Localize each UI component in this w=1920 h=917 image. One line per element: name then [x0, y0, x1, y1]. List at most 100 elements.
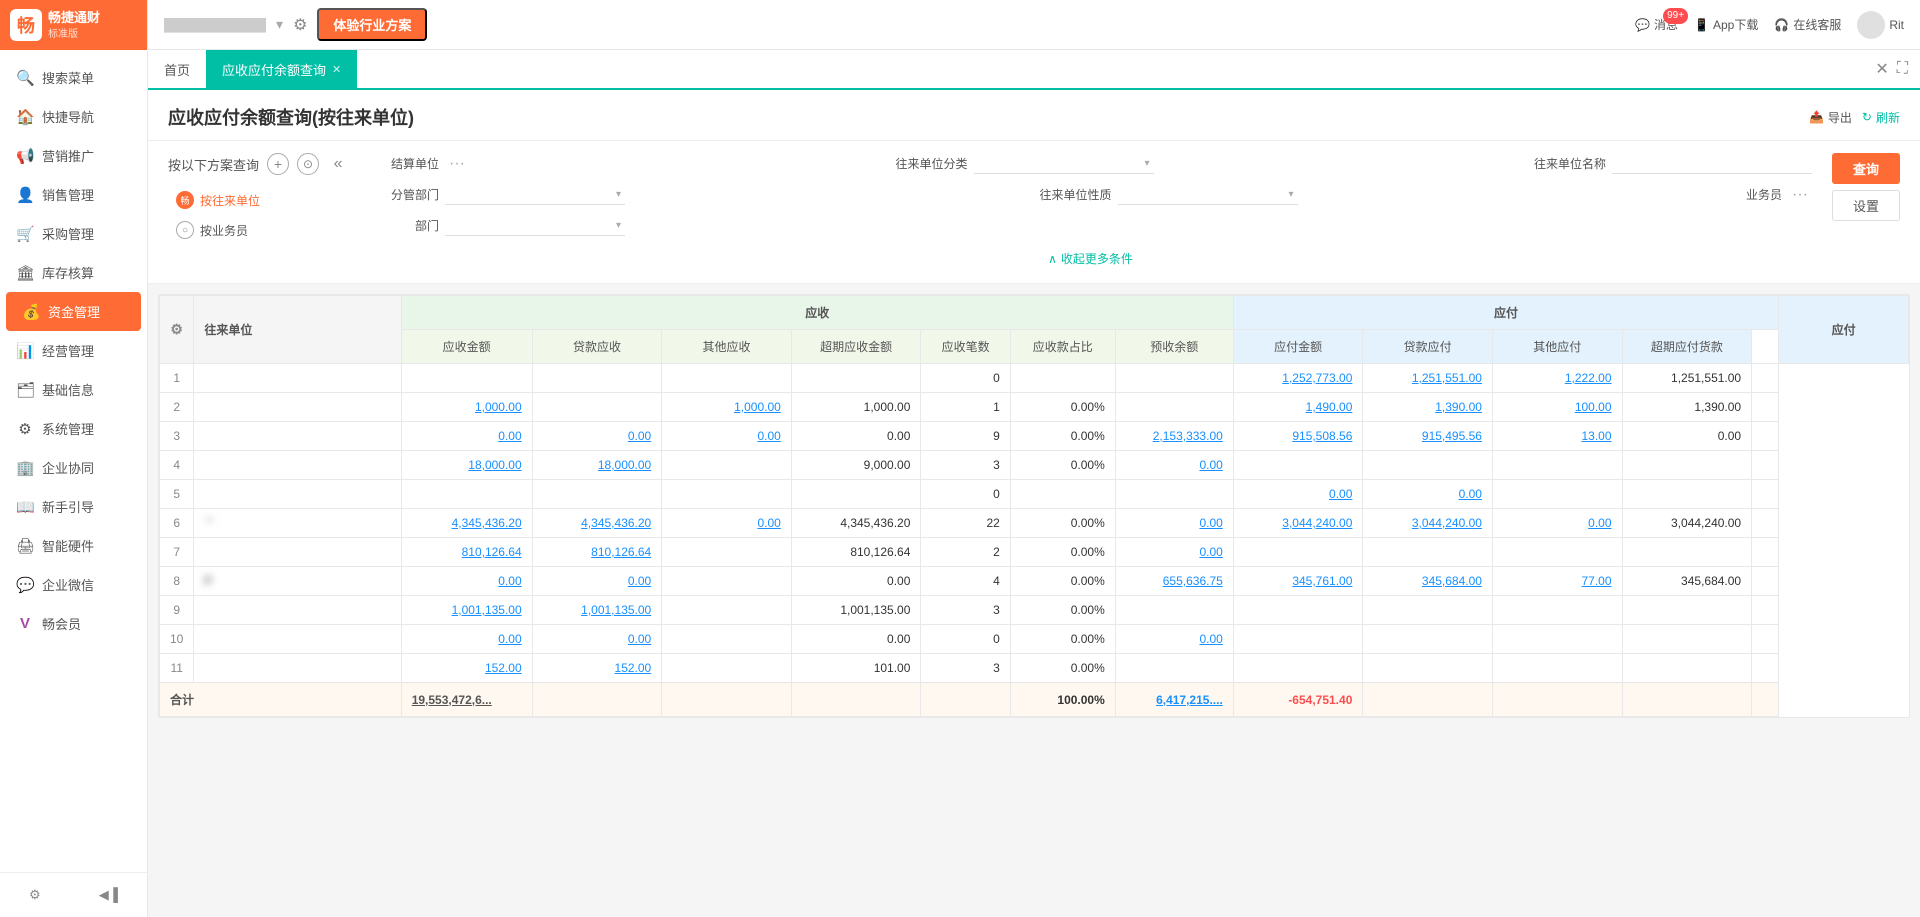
collapse-sidebar-btn[interactable]: ◀▐ [89, 881, 128, 909]
cell-value[interactable]: 0.00 [1115, 509, 1233, 538]
cell-value[interactable] [662, 451, 792, 480]
filter-add-button[interactable]: + [267, 153, 289, 175]
cell-value[interactable] [1233, 625, 1363, 654]
settlement-unit-dots[interactable]: ··· [445, 155, 469, 173]
cell-value[interactable] [1492, 654, 1622, 683]
cell-value[interactable]: 152.00 [401, 654, 532, 683]
cell-value[interactable]: 152.00 [532, 654, 662, 683]
partner-name-input[interactable] [1612, 153, 1812, 174]
tab-ar-ap[interactable]: 应收应付余额查询 ✕ [206, 50, 357, 89]
cell-value[interactable] [1115, 393, 1233, 422]
cell-value[interactable]: 1,001,135.00 [401, 596, 532, 625]
cell-value[interactable] [662, 654, 792, 683]
cell-value[interactable] [1115, 480, 1233, 509]
cell-value[interactable] [662, 625, 792, 654]
col-settings-icon[interactable]: ⚙ [160, 296, 194, 364]
cell-value[interactable]: 1,001,135.00 [532, 596, 662, 625]
cell-value[interactable] [1363, 596, 1493, 625]
cell-value[interactable]: 0.00 [401, 625, 532, 654]
partner-nature-select[interactable] [1118, 184, 1298, 205]
cell-value[interactable]: 0.00 [532, 422, 662, 451]
cell-value[interactable]: 1,252,773.00 [1233, 364, 1363, 393]
cell-value[interactable]: 915,495.56 [1363, 422, 1493, 451]
table-settings-icon[interactable]: ⚙ [170, 321, 183, 337]
filter-back-icon[interactable]: « [327, 153, 349, 175]
online-service-button[interactable]: 🎧 在线客服 [1774, 16, 1841, 33]
cell-value[interactable] [1363, 538, 1493, 567]
query-button[interactable]: 查询 [1832, 153, 1900, 184]
cell-value[interactable]: 0.00 [1492, 509, 1622, 538]
tab-close-icon[interactable]: ✕ [332, 63, 341, 76]
settings-gear-icon[interactable]: ⚙ [293, 15, 307, 35]
cell-value[interactable]: 4,345,436.20 [532, 509, 662, 538]
cell-value[interactable]: 0.00 [1233, 480, 1363, 509]
dept-select[interactable] [445, 215, 625, 236]
cell-value[interactable] [1492, 538, 1622, 567]
cell-value[interactable]: 2,153,333.00 [1115, 422, 1233, 451]
sidebar-item-enterprise[interactable]: 🏢 企业协同 [0, 448, 147, 487]
cell-value[interactable]: 345,761.00 [1233, 567, 1363, 596]
cell-value[interactable] [662, 364, 792, 393]
cell-value[interactable]: 1,000.00 [401, 393, 532, 422]
cell-value[interactable] [1363, 625, 1493, 654]
cell-value[interactable] [1492, 596, 1622, 625]
setting-button[interactable]: 设置 [1832, 190, 1900, 221]
app-download-button[interactable]: 📱 App下载 [1694, 16, 1758, 33]
cell-value[interactable]: 915,508.56 [1233, 422, 1363, 451]
cell-value[interactable] [1492, 625, 1622, 654]
cell-value[interactable] [1363, 654, 1493, 683]
cell-value[interactable] [1115, 596, 1233, 625]
cell-value[interactable]: 810,126.64 [532, 538, 662, 567]
cell-value[interactable]: 77.00 [1492, 567, 1622, 596]
cell-value[interactable] [1492, 480, 1622, 509]
sidebar-item-sales[interactable]: 👤 销售管理 [0, 175, 147, 214]
cell-value[interactable] [662, 538, 792, 567]
cell-value[interactable] [532, 364, 662, 393]
filter-nav-partner[interactable]: 畅 按往来单位 [168, 187, 349, 213]
sidebar-item-basic[interactable]: 🗂 基础信息 [0, 370, 147, 409]
user-profile[interactable]: Rit [1857, 11, 1904, 39]
cell-value[interactable]: 13.00 [1492, 422, 1622, 451]
cell-value[interactable]: 655,636.75 [1115, 567, 1233, 596]
cell-value[interactable] [401, 364, 532, 393]
cell-value[interactable] [1115, 654, 1233, 683]
cell-value[interactable]: 100.00 [1492, 393, 1622, 422]
cell-value[interactable] [662, 480, 792, 509]
tab-close-window-icon[interactable]: ✕ [1875, 59, 1888, 79]
cell-value[interactable]: 1,222.00 [1492, 364, 1622, 393]
sidebar-item-system[interactable]: ⚙ 系统管理 [0, 409, 147, 448]
cell-value[interactable] [662, 596, 792, 625]
cell-value[interactable]: 0.00 [1115, 451, 1233, 480]
filter-setting-icon[interactable]: ⊙ [297, 153, 319, 175]
cell-value[interactable]: 1,390.00 [1363, 393, 1493, 422]
sidebar-item-operation[interactable]: 📊 经营管理 [0, 331, 147, 370]
dept-manager-select[interactable] [445, 184, 625, 205]
cell-value[interactable] [1233, 538, 1363, 567]
cell-value[interactable] [532, 393, 662, 422]
export-button[interactable]: 📤 导出 [1809, 109, 1852, 126]
sidebar-item-guide[interactable]: 📖 新手引导 [0, 487, 147, 526]
sidebar-item-finance[interactable]: 💰 资金管理 [6, 292, 141, 331]
sidebar-item-smart[interactable]: 🖨 智能硬件 [0, 526, 147, 565]
cell-value[interactable]: 3,044,240.00 [1233, 509, 1363, 538]
refresh-button[interactable]: ↻ 刷新 [1862, 109, 1900, 126]
cell-value[interactable]: 4,345,436.20 [401, 509, 532, 538]
messages-button[interactable]: 💬 消息 99+ [1635, 16, 1678, 33]
cell-value[interactable] [1492, 451, 1622, 480]
cell-value[interactable]: 18,000.00 [532, 451, 662, 480]
salesperson-dots[interactable]: ··· [1788, 186, 1812, 204]
cell-value[interactable] [401, 480, 532, 509]
cell-value[interactable]: 0.00 [1363, 480, 1493, 509]
partner-category-select[interactable] [974, 153, 1154, 174]
cell-value[interactable]: 0.00 [662, 422, 792, 451]
cell-value[interactable] [1363, 451, 1493, 480]
cell-value[interactable]: 0.00 [1115, 625, 1233, 654]
cell-value[interactable] [1233, 451, 1363, 480]
cell-value[interactable]: 1,000.00 [662, 393, 792, 422]
cell-value[interactable] [662, 567, 792, 596]
sidebar-item-marketing[interactable]: 📢 营销推广 [0, 136, 147, 175]
cell-value[interactable] [1233, 654, 1363, 683]
breadcrumb-dropdown[interactable]: ▾ [276, 16, 283, 33]
cell-value[interactable]: 1,251,551.00 [1363, 364, 1493, 393]
filter-nav-salesperson[interactable]: ○ 按业务员 [168, 217, 349, 243]
